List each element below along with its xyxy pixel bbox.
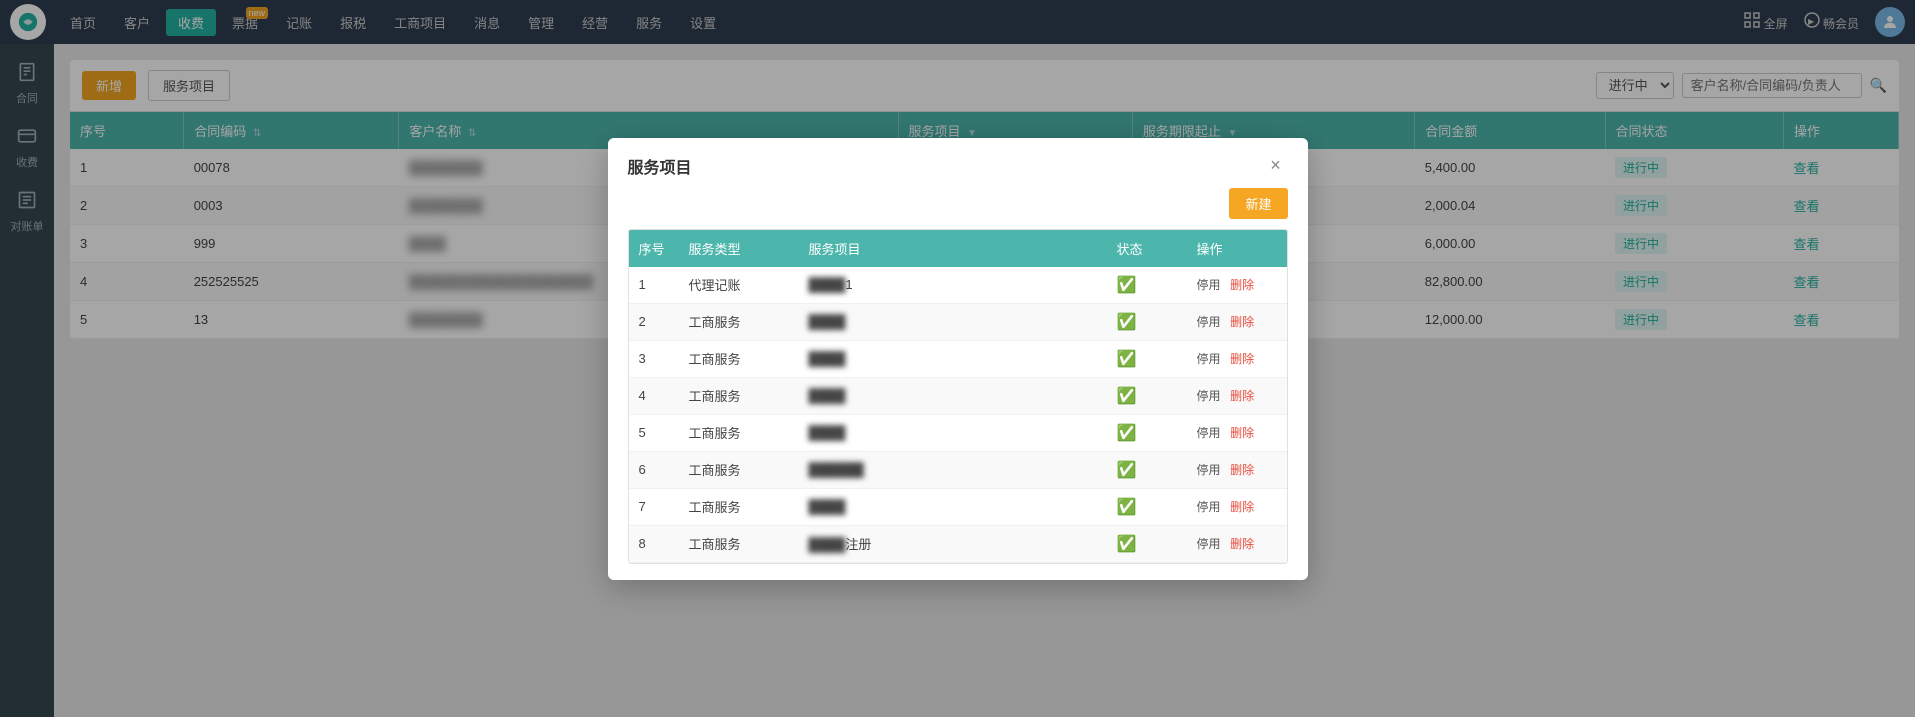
modal-cell-item: ████注册 [799, 525, 1107, 562]
modal-col-action: 操作 [1187, 230, 1287, 267]
delete-button[interactable]: 删除 [1230, 315, 1254, 329]
modal-cell-action: 停用 删除 [1187, 303, 1287, 340]
modal-col-type: 服务类型 [679, 230, 799, 267]
stop-button[interactable]: 停用 [1197, 463, 1221, 477]
delete-button[interactable]: 删除 [1230, 500, 1254, 514]
modal-new-button[interactable]: 新建 [1229, 188, 1287, 219]
modal-overlay[interactable]: 服务项目 × 新建 序号 服务类型 服务项目 状态 操作 [0, 0, 1915, 717]
service-item-table: 序号 服务类型 服务项目 状态 操作 1 代理记账 ████1 ✅ 停用 删除 … [629, 230, 1287, 563]
modal-table-row: 7 工商服务 ████ ✅ 停用 删除 [629, 488, 1287, 525]
status-check-icon: ✅ [1117, 314, 1137, 331]
modal-cell-action: 停用 删除 [1187, 377, 1287, 414]
stop-button[interactable]: 停用 [1197, 315, 1221, 329]
modal-cell-action: 停用 删除 [1187, 451, 1287, 488]
modal-cell-status: ✅ [1107, 267, 1187, 304]
modal-cell-type: 代理记账 [679, 267, 799, 304]
modal-cell-seq: 5 [629, 414, 679, 451]
stop-button[interactable]: 停用 [1197, 500, 1221, 514]
modal-table-row: 5 工商服务 ████ ✅ 停用 删除 [629, 414, 1287, 451]
modal-table-row: 6 工商服务 ██████ ✅ 停用 删除 [629, 451, 1287, 488]
modal-table-row: 1 代理记账 ████1 ✅ 停用 删除 [629, 267, 1287, 304]
modal-close-button[interactable]: × [1264, 154, 1288, 178]
delete-button[interactable]: 删除 [1230, 389, 1254, 403]
modal-cell-type: 工商服务 [679, 451, 799, 488]
modal-body: 序号 服务类型 服务项目 状态 操作 1 代理记账 ████1 ✅ 停用 删除 … [608, 229, 1308, 580]
modal-cell-seq: 6 [629, 451, 679, 488]
modal-col-item: 服务项目 [799, 230, 1107, 267]
modal-col-seq: 序号 [629, 230, 679, 267]
modal-cell-status: ✅ [1107, 303, 1187, 340]
modal-cell-action: 停用 删除 [1187, 525, 1287, 562]
modal-cell-action: 停用 删除 [1187, 340, 1287, 377]
modal-title: 服务项目 [628, 154, 692, 178]
modal-cell-status: ✅ [1107, 525, 1187, 562]
modal-table-row: 3 工商服务 ████ ✅ 停用 删除 [629, 340, 1287, 377]
modal-cell-item: ████ [799, 303, 1107, 340]
status-check-icon: ✅ [1117, 277, 1137, 294]
stop-button[interactable]: 停用 [1197, 278, 1221, 292]
modal-cell-item: ████ [799, 377, 1107, 414]
modal-table-wrap: 序号 服务类型 服务项目 状态 操作 1 代理记账 ████1 ✅ 停用 删除 … [628, 229, 1288, 564]
delete-button[interactable]: 删除 [1230, 352, 1254, 366]
modal-table-row: 4 工商服务 ████ ✅ 停用 删除 [629, 377, 1287, 414]
modal-cell-item: ████1 [799, 267, 1107, 304]
modal-cell-seq: 1 [629, 267, 679, 304]
status-check-icon: ✅ [1117, 388, 1137, 405]
status-check-icon: ✅ [1117, 425, 1137, 442]
stop-button[interactable]: 停用 [1197, 426, 1221, 440]
modal-toolbar: 新建 [608, 188, 1308, 229]
modal-cell-type: 工商服务 [679, 525, 799, 562]
modal-cell-action: 停用 删除 [1187, 488, 1287, 525]
modal-table-row: 2 工商服务 ████ ✅ 停用 删除 [629, 303, 1287, 340]
delete-button[interactable]: 删除 [1230, 463, 1254, 477]
modal-cell-type: 工商服务 [679, 377, 799, 414]
modal-cell-item: ████ [799, 340, 1107, 377]
delete-button[interactable]: 删除 [1230, 426, 1254, 440]
modal-cell-seq: 2 [629, 303, 679, 340]
modal-cell-type: 工商服务 [679, 303, 799, 340]
status-check-icon: ✅ [1117, 499, 1137, 516]
stop-button[interactable]: 停用 [1197, 389, 1221, 403]
service-item-modal: 服务项目 × 新建 序号 服务类型 服务项目 状态 操作 [608, 138, 1308, 580]
modal-cell-status: ✅ [1107, 377, 1187, 414]
modal-col-status: 状态 [1107, 230, 1187, 267]
modal-cell-type: 工商服务 [679, 414, 799, 451]
modal-cell-action: 停用 删除 [1187, 267, 1287, 304]
status-check-icon: ✅ [1117, 351, 1137, 368]
status-check-icon: ✅ [1117, 462, 1137, 479]
modal-cell-action: 停用 删除 [1187, 414, 1287, 451]
modal-table-row: 8 工商服务 ████注册 ✅ 停用 删除 [629, 525, 1287, 562]
modal-header: 服务项目 × [608, 138, 1308, 188]
modal-cell-seq: 7 [629, 488, 679, 525]
status-check-icon: ✅ [1117, 536, 1137, 553]
modal-cell-item: ██████ [799, 451, 1107, 488]
modal-cell-type: 工商服务 [679, 340, 799, 377]
modal-cell-type: 工商服务 [679, 488, 799, 525]
modal-cell-item: ████ [799, 488, 1107, 525]
modal-cell-status: ✅ [1107, 340, 1187, 377]
modal-cell-seq: 3 [629, 340, 679, 377]
modal-cell-item: ████ [799, 414, 1107, 451]
stop-button[interactable]: 停用 [1197, 352, 1221, 366]
modal-cell-status: ✅ [1107, 451, 1187, 488]
delete-button[interactable]: 删除 [1230, 537, 1254, 551]
delete-button[interactable]: 删除 [1230, 278, 1254, 292]
stop-button[interactable]: 停用 [1197, 537, 1221, 551]
modal-cell-seq: 4 [629, 377, 679, 414]
modal-cell-status: ✅ [1107, 488, 1187, 525]
modal-cell-seq: 8 [629, 525, 679, 562]
modal-cell-status: ✅ [1107, 414, 1187, 451]
